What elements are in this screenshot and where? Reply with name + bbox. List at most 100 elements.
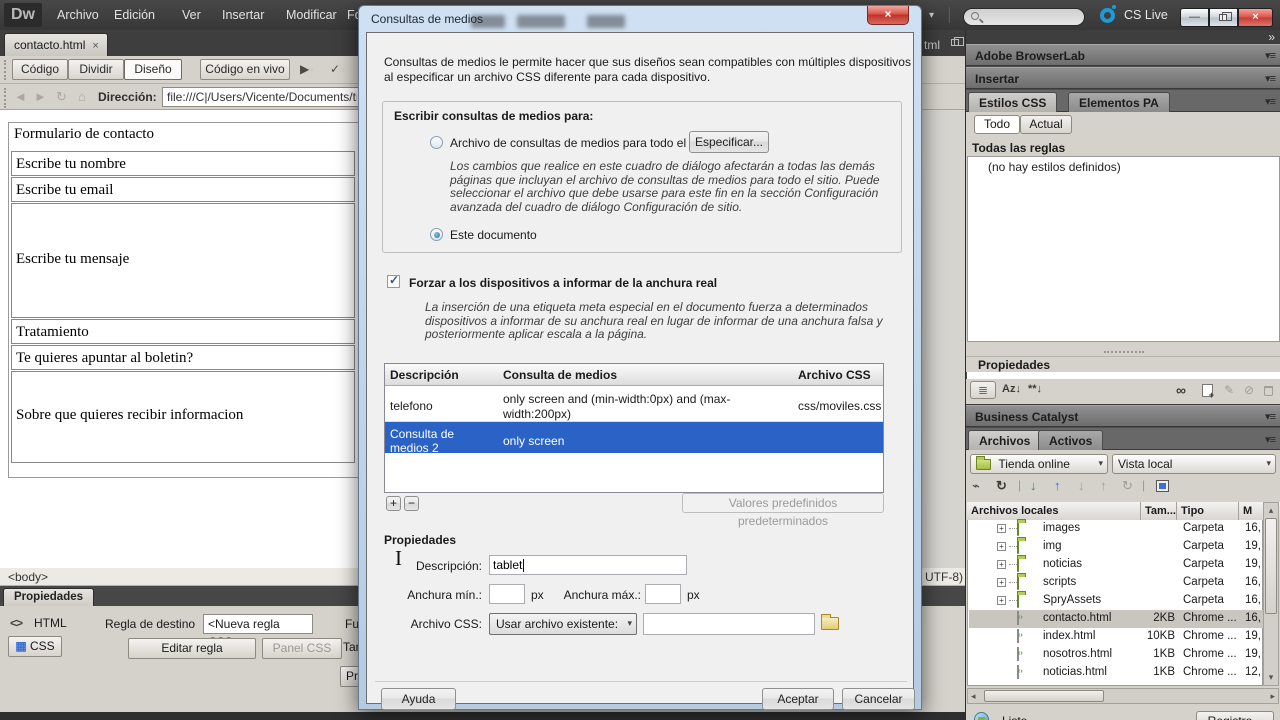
edit-rule-icon[interactable]: ✎ <box>1224 383 1234 397</box>
expand-scripts-icon[interactable]: + <box>997 578 1006 587</box>
workspace-dropdown-icon[interactable]: ▾ <box>929 10 934 21</box>
view-select[interactable]: Vista local ▾ <box>1112 454 1276 474</box>
menu-archivo[interactable]: Archivo <box>53 0 103 30</box>
collapse-panels-icon[interactable]: » <box>1268 30 1275 44</box>
info-box[interactable]: Sobre que quieres recibir informacion <box>11 371 355 463</box>
tab-activos[interactable]: Activos <box>1038 430 1104 450</box>
scroll-up-icon[interactable]: ▴ <box>1264 503 1278 516</box>
attach-stylesheet-icon[interactable]: ∞ <box>1176 382 1186 398</box>
refresh-icon[interactable]: ↻ <box>56 89 67 105</box>
code-view-button[interactable]: Código <box>12 59 68 80</box>
forward-icon[interactable]: ► <box>34 89 47 104</box>
search-input[interactable] <box>963 8 1085 26</box>
expand-panel-icon[interactable] <box>1156 480 1169 492</box>
scroll-down-icon[interactable]: ▾ <box>1264 672 1278 683</box>
vscroll-thumb[interactable] <box>1265 518 1277 614</box>
browserlab-menu-icon[interactable]: ▾≡ <box>1265 49 1276 62</box>
col-tipo[interactable]: Tipo <box>1177 502 1239 520</box>
design-view-button[interactable]: Diseño <box>124 59 182 80</box>
table-row-telefono[interactable]: telefono only screen and (min-width:0px)… <box>385 386 883 422</box>
business-menu-icon[interactable]: ▾≡ <box>1265 410 1276 423</box>
refresh-files-icon[interactable]: ↻ <box>996 478 1007 494</box>
files-hscrollbar[interactable]: ◂ ▸ <box>967 688 1279 704</box>
scroll-right-icon[interactable]: ▸ <box>1270 691 1275 702</box>
dialog-close-button[interactable]: × <box>867 6 909 25</box>
get-files-icon[interactable]: ↓ <box>1030 478 1037 493</box>
add-query-button[interactable]: + <box>386 496 401 511</box>
tab-contacto-html[interactable]: contacto.html × <box>4 33 108 56</box>
file-row-images[interactable]: + images Carpeta 16, <box>969 520 1265 538</box>
rules-list[interactable]: (no hay estilos definidos) <box>967 156 1280 342</box>
address-input[interactable] <box>162 87 362 107</box>
tab-archivos[interactable]: Archivos <box>968 430 1042 450</box>
css-panel-button[interactable]: Panel CSS <box>262 638 342 659</box>
home-icon[interactable]: ⌂ <box>78 89 86 104</box>
back-icon[interactable]: ◄ <box>14 89 27 104</box>
tab-elementos-pa[interactable]: Elementos PA <box>1068 92 1170 112</box>
file-row-spryassets[interactable]: + SpryAssets Carpeta 16, <box>969 592 1265 610</box>
put-files-icon[interactable]: ↑ <box>1054 478 1061 493</box>
panel-resizer[interactable] <box>966 348 1280 356</box>
cssfile-input[interactable] <box>643 613 815 635</box>
file-row-noticias-html[interactable]: noticias.html1KBChrome ...12, <box>969 664 1265 682</box>
remove-query-button[interactable]: − <box>404 496 419 511</box>
insert-menu-icon[interactable]: ▾≡ <box>1265 72 1276 85</box>
hscroll-thumb[interactable] <box>984 690 1104 702</box>
file-row-contacto-selected[interactable]: contacto.html2KBChrome ...16, <box>969 610 1265 628</box>
registro-button[interactable]: Registro... <box>1196 711 1274 720</box>
expand-images-icon[interactable]: + <box>997 524 1006 533</box>
browse-folder-icon[interactable] <box>821 614 839 630</box>
doc-restore-icon[interactable] <box>951 37 964 46</box>
file-row-index[interactable]: index.html10KBChrome ...19, <box>969 628 1265 646</box>
sort-az-icon[interactable]: Az↓ <box>1002 383 1021 395</box>
expand-img-icon[interactable]: + <box>997 542 1006 551</box>
browserlab-panel-header[interactable]: Adobe BrowserLab ▾≡ <box>966 44 1280 66</box>
email-input[interactable]: Escribe tu email <box>11 177 355 202</box>
files-vscrollbar[interactable]: ▴ ▾ <box>1263 502 1279 686</box>
insert-panel-header[interactable]: Insertar ▾≡ <box>966 67 1280 89</box>
cancel-dialog-button[interactable]: Cancelar <box>842 688 915 710</box>
menu-edicion[interactable]: Edición <box>110 0 159 30</box>
files-list[interactable]: + images Carpeta 16, + img Carpeta 19, + not… <box>967 520 1265 686</box>
restore-button[interactable] <box>1209 8 1238 27</box>
checkin-icon[interactable]: ↑ <box>1100 478 1107 493</box>
force-width-checkbox[interactable]: ✓ <box>387 273 400 288</box>
split-view-button[interactable]: Dividir <box>68 59 124 80</box>
defaults-button[interactable]: Valores predefinidos predeterminados <box>682 493 884 528</box>
body-tag[interactable]: <body> <box>8 570 48 584</box>
checkout-icon[interactable]: ↓ <box>1078 478 1085 493</box>
sort-custom-icon[interactable]: **↓ <box>1028 383 1042 395</box>
new-rule-icon[interactable] <box>1202 384 1214 400</box>
tratamiento-input[interactable]: Tratamiento <box>11 319 355 344</box>
live-code-button[interactable]: Código en vivo <box>200 59 290 80</box>
connect-icon[interactable]: ⌁ <box>972 478 980 494</box>
live-view-icon[interactable]: ▶▾ <box>300 62 314 76</box>
scroll-left-icon[interactable]: ◂ <box>971 691 976 702</box>
check-browser-icon[interactable]: ✓▾ <box>330 62 345 76</box>
table-row-consulta2-selected[interactable]: Consulta de medios 2 only screen <box>385 422 883 455</box>
html-mode-button[interactable]: HTML <box>34 616 67 630</box>
accept-button[interactable]: Aceptar <box>762 688 834 710</box>
menu-ver[interactable]: Ver <box>178 0 205 30</box>
properties-tab[interactable]: Propiedades <box>3 588 95 606</box>
site-file-radio[interactable] <box>430 136 443 149</box>
max-width-input[interactable] <box>645 584 681 604</box>
delete-rule-icon[interactable] <box>1264 386 1273 396</box>
css-panel-menu-icon[interactable]: ▾≡ <box>1265 95 1276 108</box>
business-catalyst-header[interactable]: Business Catalyst ▾≡ <box>966 405 1280 427</box>
minimize-button[interactable]: — <box>1180 8 1209 27</box>
name-input[interactable]: Escribe tu nombre <box>11 151 355 176</box>
site-select[interactable]: Tienda online ▾ <box>970 454 1108 474</box>
desc-field-input[interactable] <box>489 555 687 575</box>
close-button[interactable]: × <box>1238 8 1273 27</box>
css-mode-button[interactable]: ▦ CSS <box>8 636 62 657</box>
file-row-nosotros[interactable]: nosotros.html1KBChrome ...19, <box>969 646 1265 664</box>
tab-close-icon[interactable]: × <box>92 40 98 52</box>
col-archivos-locales[interactable]: Archivos locales <box>967 502 1141 520</box>
category-view-button[interactable]: ≣ <box>970 381 996 399</box>
expand-noticias-icon[interactable]: + <box>997 560 1006 569</box>
edit-rule-button[interactable]: Editar regla <box>128 638 256 659</box>
tab-estilos-css[interactable]: Estilos CSS <box>968 92 1058 112</box>
disable-rule-icon[interactable]: ⊘ <box>1244 383 1254 397</box>
help-button[interactable]: Ayuda <box>381 688 456 710</box>
